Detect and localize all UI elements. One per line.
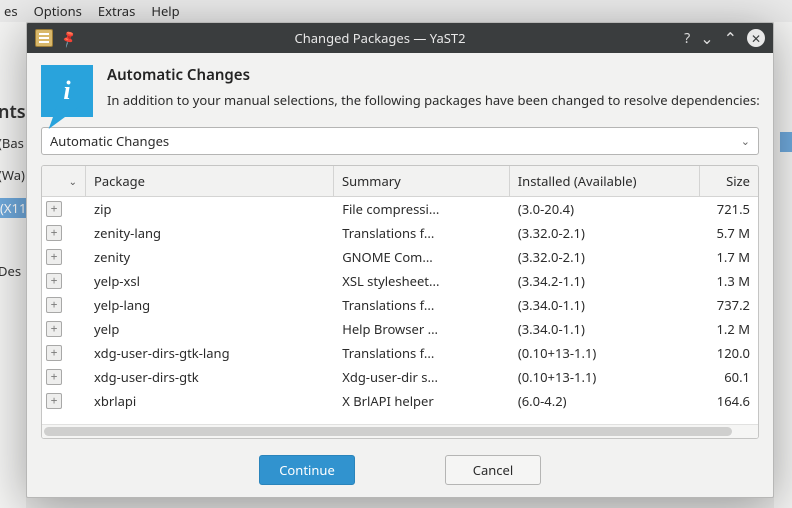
bg-item: (Wa) bbox=[0, 166, 25, 184]
col-size[interactable]: Size bbox=[700, 166, 758, 196]
chevron-down-icon: ⌄ bbox=[741, 134, 750, 149]
cell-size: 737.2 bbox=[700, 296, 758, 314]
cell-summary: XSL stylesheet... bbox=[334, 272, 510, 290]
col-package[interactable]: Package bbox=[86, 166, 334, 196]
table-row[interactable]: + zenity-langTranslations f...(3.32.0-2.1… bbox=[42, 221, 758, 245]
col-installed[interactable]: Installed (Available) bbox=[510, 166, 700, 196]
main-menubar[interactable]: es Options Extras Help bbox=[0, 0, 792, 22]
changes-category-select[interactable]: Automatic Changes ⌄ bbox=[41, 127, 759, 155]
bg-item: Des bbox=[0, 262, 21, 280]
table-header[interactable]: ⌄ Package Summary Installed (Available) … bbox=[42, 166, 758, 197]
cell-size: 164.6 bbox=[700, 392, 758, 410]
cell-package: yelp-xsl bbox=[86, 272, 334, 290]
cell-installed: (3.34.0-1.1) bbox=[510, 296, 700, 314]
cell-installed: (3.0-20.4) bbox=[510, 200, 700, 218]
cell-summary: X BrlAPI helper bbox=[334, 392, 510, 410]
table-row[interactable]: + zenityGNOME Com...(3.32.0-2.1)1.7 M bbox=[42, 245, 758, 269]
app-icon bbox=[35, 29, 53, 47]
cell-size: 1.7 M bbox=[700, 248, 758, 266]
cell-installed: (3.34.2-1.1) bbox=[510, 272, 700, 290]
close-icon[interactable]: ✕ bbox=[747, 29, 765, 47]
cell-summary: Translations f... bbox=[334, 224, 510, 242]
col-summary[interactable]: Summary bbox=[334, 166, 510, 196]
cell-size: 60.1 bbox=[700, 368, 758, 386]
cell-size: 1.3 M bbox=[700, 272, 758, 290]
table-row[interactable]: + xdg-user-dirs-gtkXdg-user-dir s...(0.10… bbox=[42, 365, 758, 389]
info-icon: i bbox=[41, 65, 93, 117]
table-row[interactable]: + xbrlapiX BrlAPI helper(6.0-4.2)164.6 bbox=[42, 389, 758, 413]
install-status-icon[interactable]: + bbox=[46, 273, 62, 289]
menu-item[interactable]: es bbox=[4, 2, 18, 20]
cell-package: zenity bbox=[86, 248, 334, 266]
cell-package: xdg-user-dirs-gtk-lang bbox=[86, 344, 334, 362]
bg-stripe bbox=[780, 132, 792, 152]
table-row[interactable]: + yelp-xslXSL stylesheet...(3.34.2-1.1)1.… bbox=[42, 269, 758, 293]
install-status-icon[interactable]: + bbox=[46, 297, 62, 313]
bg-item: (Bas bbox=[0, 134, 24, 152]
window-title: Changed Packages — YaST2 bbox=[84, 29, 676, 47]
cancel-button[interactable]: Cancel bbox=[445, 455, 541, 485]
help-icon[interactable]: ? bbox=[684, 29, 690, 48]
install-status-icon[interactable]: + bbox=[46, 345, 62, 361]
menu-item[interactable]: Extras bbox=[98, 2, 135, 20]
horizontal-scrollbar[interactable] bbox=[42, 424, 758, 438]
dialog-description: In addition to your manual selections, t… bbox=[107, 91, 760, 109]
cell-summary: File compressi... bbox=[334, 200, 510, 218]
bg-heading: nts bbox=[0, 100, 26, 124]
scrollbar-thumb[interactable] bbox=[44, 427, 732, 436]
install-status-icon[interactable]: + bbox=[46, 321, 62, 337]
col-status[interactable]: ⌄ bbox=[42, 166, 86, 196]
install-status-icon[interactable]: + bbox=[46, 201, 62, 217]
titlebar[interactable]: 📌 Changed Packages — YaST2 ? ⌄ ⌃ ✕ bbox=[27, 23, 773, 53]
cell-installed: (3.32.0-2.1) bbox=[510, 248, 700, 266]
select-value: Automatic Changes bbox=[50, 132, 169, 150]
dialog-heading: Automatic Changes bbox=[107, 65, 760, 85]
cell-summary: Xdg-user-dir s... bbox=[334, 368, 510, 386]
table-row[interactable]: + xdg-user-dirs-gtk-langTranslations f...… bbox=[42, 341, 758, 365]
cell-installed: (3.32.0-2.1) bbox=[510, 224, 700, 242]
install-status-icon[interactable]: + bbox=[46, 225, 62, 241]
changed-packages-dialog: 📌 Changed Packages — YaST2 ? ⌄ ⌃ ✕ i Aut… bbox=[26, 22, 774, 498]
install-status-icon[interactable]: + bbox=[46, 393, 62, 409]
cell-installed: (6.0-4.2) bbox=[510, 392, 700, 410]
cell-size: 120.0 bbox=[700, 344, 758, 362]
background-right bbox=[774, 22, 792, 508]
cell-installed: (0.10+13-1.1) bbox=[510, 368, 700, 386]
install-status-icon[interactable]: + bbox=[46, 369, 62, 385]
install-status-icon[interactable]: + bbox=[46, 249, 62, 265]
cell-installed: (0.10+13-1.1) bbox=[510, 344, 700, 362]
cell-summary: Translations f... bbox=[334, 344, 510, 362]
cell-summary: GNOME Com... bbox=[334, 248, 510, 266]
cell-size: 721.5 bbox=[700, 200, 758, 218]
packages-table: ⌄ Package Summary Installed (Available) … bbox=[41, 165, 759, 439]
cell-size: 5.7 M bbox=[700, 224, 758, 242]
minimize-icon[interactable]: ⌄ bbox=[700, 27, 713, 49]
cell-size: 1.2 M bbox=[700, 320, 758, 338]
cell-package: yelp bbox=[86, 320, 334, 338]
cell-package: xdg-user-dirs-gtk bbox=[86, 368, 334, 386]
cell-package: zip bbox=[86, 200, 334, 218]
cell-package: yelp-lang bbox=[86, 296, 334, 314]
chevron-down-icon: ⌄ bbox=[69, 174, 77, 188]
table-body: + zipFile compressi...(3.0-20.4)721.5 + ze… bbox=[42, 197, 758, 424]
table-row[interactable]: + yelp-langTranslations f...(3.34.0-1.1)7… bbox=[42, 293, 758, 317]
pin-icon[interactable]: 📌 bbox=[58, 27, 79, 49]
cell-summary: Help Browser ... bbox=[334, 320, 510, 338]
cell-installed: (3.34.0-1.1) bbox=[510, 320, 700, 338]
cell-package: zenity-lang bbox=[86, 224, 334, 242]
cell-package: xbrlapi bbox=[86, 392, 334, 410]
background-sidebar: nts (Bas (Wa) (X11) Des bbox=[0, 22, 26, 508]
maximize-icon[interactable]: ⌃ bbox=[724, 27, 737, 49]
table-row[interactable]: + yelpHelp Browser ...(3.34.0-1.1)1.2 M bbox=[42, 317, 758, 341]
continue-button[interactable]: Continue bbox=[259, 455, 355, 485]
menu-item[interactable]: Help bbox=[151, 2, 179, 20]
table-row[interactable]: + zipFile compressi...(3.0-20.4)721.5 bbox=[42, 197, 758, 221]
cell-summary: Translations f... bbox=[334, 296, 510, 314]
menu-item[interactable]: Options bbox=[34, 2, 82, 20]
